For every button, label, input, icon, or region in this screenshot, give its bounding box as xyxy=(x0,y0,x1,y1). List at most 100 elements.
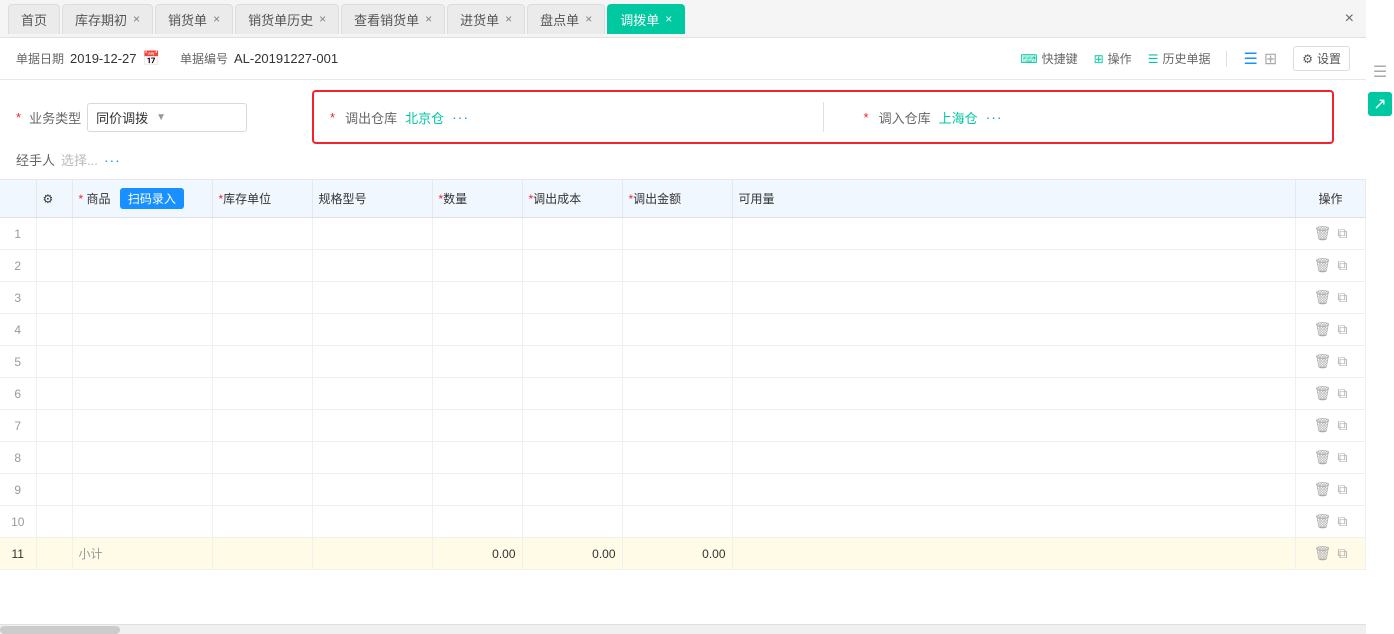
row-unit-2[interactable] xyxy=(212,250,312,282)
out-warehouse-dots[interactable]: ··· xyxy=(452,109,469,125)
row-cost-3[interactable] xyxy=(522,282,622,314)
copy-icon-11[interactable]: ⧉ xyxy=(1337,545,1347,562)
copy-icon-7[interactable]: ⧉ xyxy=(1337,417,1347,434)
tab-view-sales-close[interactable]: × xyxy=(425,12,432,26)
delete-icon-7[interactable]: 🗑 xyxy=(1314,417,1332,434)
row-spec-4[interactable] xyxy=(312,314,432,346)
row-product-9[interactable] xyxy=(72,474,212,506)
row-spec-8[interactable] xyxy=(312,442,432,474)
shortcut-button[interactable]: ⌨ 快捷键 xyxy=(1020,50,1077,67)
row-spec-6[interactable] xyxy=(312,378,432,410)
side-list-icon[interactable]: ☰ xyxy=(1368,60,1392,84)
copy-icon-4[interactable]: ⧉ xyxy=(1337,321,1347,338)
row-qty-1[interactable] xyxy=(432,218,522,250)
row-amount-1[interactable] xyxy=(622,218,732,250)
tab-transfer-close[interactable]: × xyxy=(665,12,672,26)
close-all-tabs-button[interactable]: × xyxy=(1341,6,1358,32)
row-product-10[interactable] xyxy=(72,506,212,538)
tab-sales-history[interactable]: 销货单历史 × xyxy=(235,4,339,34)
row-cost-7[interactable] xyxy=(522,410,622,442)
scroll-thumb[interactable] xyxy=(0,626,120,634)
tab-stocktake[interactable]: 盘点单 × xyxy=(527,4,605,34)
row-spec-3[interactable] xyxy=(312,282,432,314)
row-product-3[interactable] xyxy=(72,282,212,314)
layout-icon-grid[interactable]: ⊞ xyxy=(1264,49,1277,69)
row-amount-4[interactable] xyxy=(622,314,732,346)
row-qty-3[interactable] xyxy=(432,282,522,314)
row-spec-10[interactable] xyxy=(312,506,432,538)
row-unit-10[interactable] xyxy=(212,506,312,538)
copy-icon-10[interactable]: ⧉ xyxy=(1337,513,1347,530)
row-product-6[interactable] xyxy=(72,378,212,410)
business-type-select[interactable]: 同价调拨 ▼ xyxy=(87,103,247,132)
row-unit-7[interactable] xyxy=(212,410,312,442)
person-placeholder[interactable]: 选择... xyxy=(61,150,98,169)
row-cost-4[interactable] xyxy=(522,314,622,346)
copy-icon-9[interactable]: ⧉ xyxy=(1337,481,1347,498)
row-spec-9[interactable] xyxy=(312,474,432,506)
row-cost-10[interactable] xyxy=(522,506,622,538)
history-button[interactable]: ☰ 历史单据 xyxy=(1148,50,1211,67)
tab-inventory-init-close[interactable]: × xyxy=(133,12,140,26)
row-qty-7[interactable] xyxy=(432,410,522,442)
row-cost-5[interactable] xyxy=(522,346,622,378)
row-amount-9[interactable] xyxy=(622,474,732,506)
row-product-5[interactable] xyxy=(72,346,212,378)
in-warehouse-dots[interactable]: ··· xyxy=(986,109,1003,125)
tab-stocktake-close[interactable]: × xyxy=(585,12,592,26)
tab-sales-history-close[interactable]: × xyxy=(319,12,326,26)
row-amount-10[interactable] xyxy=(622,506,732,538)
row-product-7[interactable] xyxy=(72,410,212,442)
copy-icon-6[interactable]: ⧉ xyxy=(1337,385,1347,402)
row-unit-5[interactable] xyxy=(212,346,312,378)
row-qty-10[interactable] xyxy=(432,506,522,538)
row-qty-5[interactable] xyxy=(432,346,522,378)
row-amount-2[interactable] xyxy=(622,250,732,282)
layout-icon-list[interactable]: ☰ xyxy=(1243,49,1257,69)
row-product-4[interactable] xyxy=(72,314,212,346)
tab-purchase-close[interactable]: × xyxy=(505,12,512,26)
row-cost-8[interactable] xyxy=(522,442,622,474)
row-spec-5[interactable] xyxy=(312,346,432,378)
settings-button[interactable]: ⚙ 设置 xyxy=(1293,46,1350,71)
row-spec-1[interactable] xyxy=(312,218,432,250)
delete-icon-11[interactable]: 🗑 xyxy=(1314,545,1332,562)
delete-icon-3[interactable]: 🗑 xyxy=(1314,289,1332,306)
delete-icon-10[interactable]: 🗑 xyxy=(1314,513,1332,530)
col-gear-header[interactable]: ⚙ xyxy=(36,180,72,218)
row-qty-6[interactable] xyxy=(432,378,522,410)
row-cost-2[interactable] xyxy=(522,250,622,282)
row-unit-9[interactable] xyxy=(212,474,312,506)
row-spec-2[interactable] xyxy=(312,250,432,282)
row-qty-8[interactable] xyxy=(432,442,522,474)
tab-view-sales[interactable]: 查看销货单 × xyxy=(341,4,445,34)
row-unit-6[interactable] xyxy=(212,378,312,410)
row-unit-4[interactable] xyxy=(212,314,312,346)
row-cost-1[interactable] xyxy=(522,218,622,250)
delete-icon-8[interactable]: 🗑 xyxy=(1314,449,1332,466)
row-qty-4[interactable] xyxy=(432,314,522,346)
delete-icon-9[interactable]: 🗑 xyxy=(1314,481,1332,498)
scan-button[interactable]: 扫码录入 xyxy=(120,188,184,209)
row-unit-3[interactable] xyxy=(212,282,312,314)
settings-gear-icon[interactable]: ⚙ xyxy=(43,192,54,206)
copy-icon-8[interactable]: ⧉ xyxy=(1337,449,1347,466)
calendar-icon[interactable]: 📅 xyxy=(143,50,160,67)
copy-icon-3[interactable]: ⧉ xyxy=(1337,289,1347,306)
row-amount-7[interactable] xyxy=(622,410,732,442)
tab-inventory-init[interactable]: 库存期初 × xyxy=(62,4,153,34)
tab-sales-order-close[interactable]: × xyxy=(213,12,220,26)
delete-icon-4[interactable]: 🗑 xyxy=(1314,321,1332,338)
row-product-2[interactable] xyxy=(72,250,212,282)
row-amount-5[interactable] xyxy=(622,346,732,378)
row-product-8[interactable] xyxy=(72,442,212,474)
copy-icon-5[interactable]: ⧉ xyxy=(1337,353,1347,370)
row-amount-6[interactable] xyxy=(622,378,732,410)
row-spec-7[interactable] xyxy=(312,410,432,442)
tab-home[interactable]: 首页 xyxy=(8,4,60,34)
delete-icon-5[interactable]: 🗑 xyxy=(1314,353,1332,370)
delete-icon-6[interactable]: 🗑 xyxy=(1314,385,1332,402)
row-cost-6[interactable] xyxy=(522,378,622,410)
delete-icon-2[interactable]: 🗑 xyxy=(1314,257,1332,274)
row-product-1[interactable] xyxy=(72,218,212,250)
